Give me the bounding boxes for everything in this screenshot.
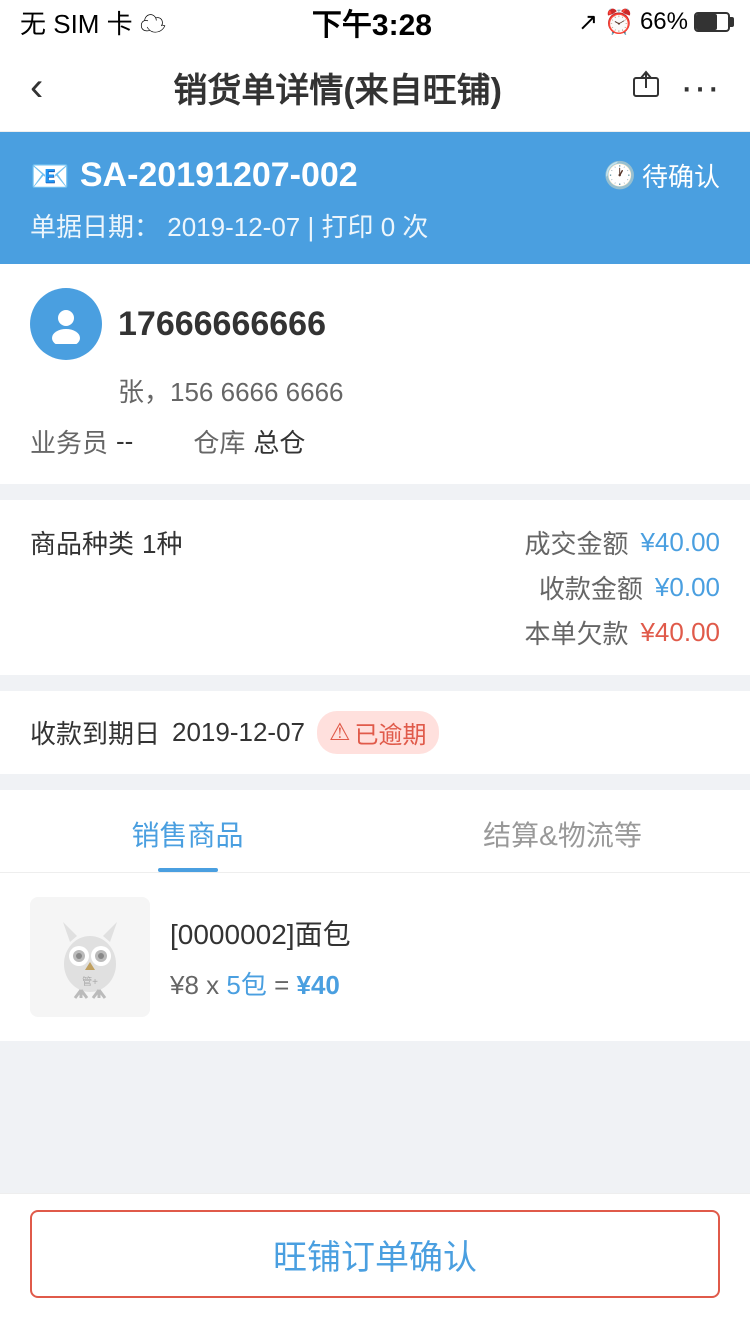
customer-name: 张，156 6666 6666 <box>30 372 720 409</box>
status-text: 待确认 <box>642 157 720 194</box>
status-bar: 无 SIM 卡 ☁ 下午3:28 ↗ ⏰ 66% <box>0 0 750 44</box>
status-clock-icon: 🕐 <box>604 160 636 191</box>
confirm-button[interactable]: 旺铺订单确认 <box>30 1210 720 1298</box>
location-icon: ↗ <box>578 8 598 37</box>
order-icon: 📧 <box>30 157 70 195</box>
warehouse-label: 仓库 <box>193 423 245 460</box>
product-type-item: 商品种类 1种 <box>30 524 182 561</box>
owed-value: ¥40.00 <box>640 617 720 648</box>
warehouse-meta: 仓库 总仓 <box>193 423 305 460</box>
bottom-area: 旺铺订单确认 <box>0 1193 750 1334</box>
overdue-badge: ⚠ 已逾期 <box>317 711 439 754</box>
warehouse-value: 总仓 <box>253 423 305 460</box>
alarm-icon: ⏰ <box>604 8 634 37</box>
customer-card: 17666666666 张，156 6666 6666 业务员 -- 仓库 总仓 <box>0 264 750 484</box>
customer-phone: 17666666666 <box>118 305 326 344</box>
battery-icon <box>694 12 730 32</box>
product-type-value: 1种 <box>142 524 182 561</box>
owed-label: 本单欠款 <box>524 614 628 651</box>
status-right: ↗ ⏰ 66% <box>578 8 730 37</box>
due-date-label: 收款到期日 <box>30 714 160 751</box>
avatar <box>30 288 102 360</box>
product-name: [0000002]面包 <box>170 913 720 953</box>
product-thumbnail: 管+ <box>30 897 150 1017</box>
tab-sales-products[interactable]: 销售商品 <box>0 790 375 872</box>
due-date-value: 2019-12-07 <box>172 717 305 748</box>
equals: = <box>267 970 297 1000</box>
share-button[interactable] <box>632 70 660 106</box>
tab-settlement[interactable]: 结算&物流等 <box>375 790 750 872</box>
order-header: 📧 SA-20191207-002 🕐 待确认 单据日期： 2019-12-07… <box>0 132 750 264</box>
overdue-text: 已逾期 <box>355 715 427 750</box>
tab-sales-products-label: 销售商品 <box>131 820 243 851</box>
customer-meta: 业务员 -- 仓库 总仓 <box>30 423 720 460</box>
product-info: [0000002]面包 ¥8 x 5包 = ¥40 <box>170 913 720 1002</box>
status-time: 下午3:28 <box>312 0 432 44</box>
order-meta: 单据日期： 2019-12-07 | 打印 0 次 <box>30 207 720 244</box>
order-print: 打印 0 次 <box>321 212 428 242</box>
sales-value: -- <box>116 426 133 457</box>
battery-status: 66% <box>640 8 688 36</box>
product-type-label: 商品种类 <box>30 524 134 561</box>
order-separator: | <box>307 212 321 242</box>
overdue-icon: ⚠ <box>329 718 351 747</box>
back-button[interactable]: ‹ <box>30 65 43 110</box>
tab-settlement-label: 结算&物流等 <box>483 820 642 851</box>
order-date-label: 单据日期： <box>30 212 160 242</box>
nav-actions: ··· <box>632 65 720 110</box>
amount-label: 成交金额 <box>524 524 628 561</box>
more-button[interactable]: ··· <box>680 65 720 110</box>
status-left: 无 SIM 卡 ☁ <box>20 4 166 41</box>
order-header-top: 📧 SA-20191207-002 🕐 待确认 <box>30 156 720 195</box>
order-id-text: SA-20191207-002 <box>80 156 358 195</box>
sim-status: 无 SIM 卡 ☁ <box>20 4 166 41</box>
nav-bar: ‹ 销货单详情(来自旺铺) ··· <box>0 44 750 132</box>
summary-right: 成交金额 ¥40.00 收款金额 ¥0.00 本单欠款 ¥40.00 <box>524 524 720 651</box>
order-date: 2019-12-07 <box>167 212 300 242</box>
quantity: 5包 <box>226 970 266 1000</box>
summary-left: 商品种类 1种 <box>30 524 182 561</box>
tabs: 销售商品 结算&物流等 <box>0 790 750 873</box>
amount-value: ¥40.00 <box>640 527 720 558</box>
received-row: 收款金额 ¥0.00 <box>539 569 720 606</box>
received-value: ¥0.00 <box>655 572 720 603</box>
owed-row: 本单欠款 ¥40.00 <box>524 614 720 651</box>
price-base: ¥8 x <box>170 970 226 1000</box>
summary-card: 商品种类 1种 成交金额 ¥40.00 收款金额 ¥0.00 本单欠款 ¥40.… <box>0 500 750 675</box>
order-status: 🕐 待确认 <box>604 157 720 194</box>
product-list: 管+ [0000002]面包 ¥8 x 5包 = ¥40 <box>0 873 750 1041</box>
due-date-card: 收款到期日 2019-12-07 ⚠ 已逾期 <box>0 691 750 774</box>
price-total: ¥40 <box>296 970 339 1000</box>
table-row: 管+ [0000002]面包 ¥8 x 5包 = ¥40 <box>0 873 750 1041</box>
order-id: 📧 SA-20191207-002 <box>30 156 358 195</box>
sales-meta: 业务员 -- <box>30 423 133 460</box>
customer-top: 17666666666 <box>30 288 720 360</box>
received-label: 收款金额 <box>539 569 643 606</box>
amount-row: 成交金额 ¥40.00 <box>524 524 720 561</box>
svg-text:管+: 管+ <box>82 975 98 988</box>
sales-label: 业务员 <box>30 423 108 460</box>
page-title: 销货单详情(来自旺铺) <box>173 63 502 112</box>
product-price: ¥8 x 5包 = ¥40 <box>170 965 720 1002</box>
